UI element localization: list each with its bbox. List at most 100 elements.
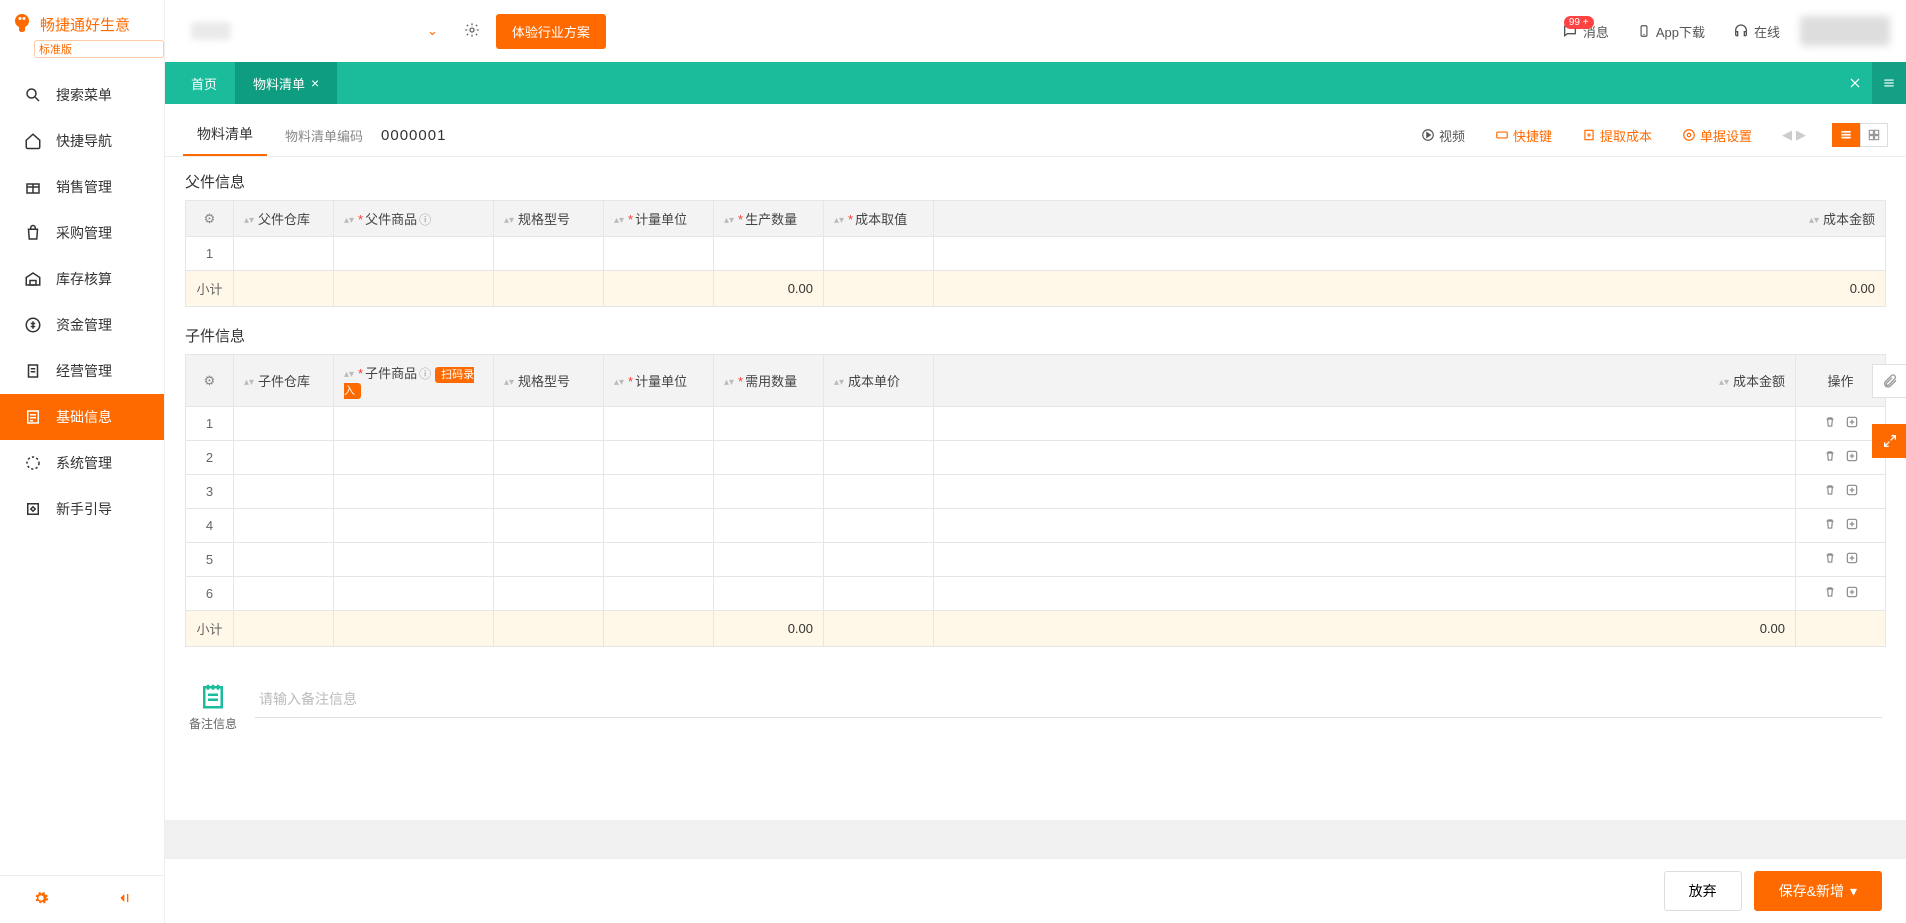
cell[interactable] <box>934 475 1796 509</box>
cell[interactable] <box>494 407 604 441</box>
table-row[interactable]: 1 <box>186 237 1886 271</box>
sidebar-item-home[interactable]: 快捷导航 <box>0 118 164 164</box>
col-parent-spec[interactable]: ▴▾规格型号 <box>494 201 604 237</box>
tab-close-all-button[interactable] <box>1838 62 1872 104</box>
cell[interactable] <box>234 577 334 611</box>
cell[interactable] <box>234 475 334 509</box>
doc-settings-button[interactable]: 单据设置 <box>1676 126 1758 145</box>
help-icon[interactable]: ⓘ <box>419 367 431 381</box>
col-child-product[interactable]: ▴▾*子件商品ⓘ扫码录入 <box>334 355 494 407</box>
table-row[interactable]: 6 <box>186 577 1886 611</box>
add-row-button[interactable] <box>1845 517 1859 534</box>
cell[interactable] <box>824 543 934 577</box>
add-row-button[interactable] <box>1845 551 1859 568</box>
col-child-spec[interactable]: ▴▾规格型号 <box>494 355 604 407</box>
cell[interactable] <box>604 407 714 441</box>
col-parent-unit[interactable]: ▴▾*计量单位 <box>604 201 714 237</box>
cell[interactable] <box>824 475 934 509</box>
cell[interactable] <box>334 407 494 441</box>
cell[interactable] <box>234 509 334 543</box>
sidebar-item-search[interactable]: 搜索菜单 <box>0 72 164 118</box>
expand-button[interactable] <box>1872 424 1906 458</box>
table-row[interactable]: 4 <box>186 509 1886 543</box>
prev-button[interactable]: ◀ <box>1782 127 1792 143</box>
col-child-unit[interactable]: ▴▾*计量单位 <box>604 355 714 407</box>
cell[interactable] <box>934 237 1886 271</box>
delete-row-button[interactable] <box>1823 449 1837 466</box>
cell[interactable] <box>334 237 494 271</box>
table-row[interactable]: 1 <box>186 407 1886 441</box>
col-gear[interactable]: ⚙ <box>186 201 234 237</box>
cell[interactable] <box>334 475 494 509</box>
tab-bom[interactable]: 物料清单 × <box>235 62 337 104</box>
sidebar-item-purchase[interactable]: 采购管理 <box>0 210 164 256</box>
remarks-input[interactable] <box>255 681 1882 718</box>
cell[interactable] <box>714 407 824 441</box>
list-view-button[interactable] <box>1832 123 1860 147</box>
logo[interactable]: 畅捷通好生意 <box>0 0 164 42</box>
discard-button[interactable]: 放弃 <box>1664 871 1742 911</box>
cell[interactable] <box>824 237 934 271</box>
col-child-cost-amt[interactable]: ▴▾成本金额 <box>934 355 1796 407</box>
cell[interactable] <box>334 577 494 611</box>
cell[interactable] <box>334 543 494 577</box>
delete-row-button[interactable] <box>1823 551 1837 568</box>
video-button[interactable]: 视频 <box>1415 126 1471 145</box>
save-button[interactable]: 保存&新增 ▾ <box>1754 871 1882 911</box>
cell[interactable] <box>604 475 714 509</box>
delete-row-button[interactable] <box>1823 585 1837 602</box>
table-row[interactable]: 5 <box>186 543 1886 577</box>
cell[interactable] <box>824 407 934 441</box>
cell[interactable] <box>934 509 1796 543</box>
app-download-button[interactable]: App下载 <box>1629 22 1713 41</box>
cell[interactable] <box>714 577 824 611</box>
add-row-button[interactable] <box>1845 449 1859 466</box>
col-parent-cost-amt[interactable]: ▴▾成本金额 <box>934 201 1886 237</box>
panel-tab-bom[interactable]: 物料清单 <box>183 114 267 156</box>
close-icon[interactable]: × <box>311 75 319 91</box>
cell[interactable] <box>604 237 714 271</box>
cell[interactable] <box>714 543 824 577</box>
cell[interactable] <box>604 543 714 577</box>
cell[interactable] <box>934 441 1796 475</box>
col-child-warehouse[interactable]: ▴▾子件仓库 <box>234 355 334 407</box>
cell[interactable] <box>494 543 604 577</box>
cell[interactable] <box>334 441 494 475</box>
add-row-button[interactable] <box>1845 585 1859 602</box>
next-button[interactable]: ▶ <box>1796 127 1806 143</box>
cell[interactable] <box>604 441 714 475</box>
shortcut-button[interactable]: 快捷键 <box>1489 126 1558 145</box>
cell[interactable] <box>494 577 604 611</box>
sidebar-item-base[interactable]: 基础信息 <box>0 394 164 440</box>
sidebar-item-stock[interactable]: 库存核算 <box>0 256 164 302</box>
settings-button[interactable] <box>0 876 82 923</box>
add-row-button[interactable] <box>1845 483 1859 500</box>
messages-button[interactable]: 99 + 消息 <box>1554 22 1617 41</box>
add-row-button[interactable] <box>1845 415 1859 432</box>
cell[interactable] <box>494 475 604 509</box>
tab-home[interactable]: 首页 <box>173 62 235 104</box>
delete-row-button[interactable] <box>1823 415 1837 432</box>
collapse-button[interactable] <box>82 876 164 923</box>
col-parent-product[interactable]: ▴▾*父件商品ⓘ <box>334 201 494 237</box>
cell[interactable] <box>234 441 334 475</box>
col-parent-qty[interactable]: ▴▾*生产数量 <box>714 201 824 237</box>
sidebar-item-fund[interactable]: 资金管理 <box>0 302 164 348</box>
table-row[interactable]: 2 <box>186 441 1886 475</box>
cell[interactable] <box>824 509 934 543</box>
col-parent-cost-take[interactable]: ▴▾*成本取值 <box>824 201 934 237</box>
cell[interactable] <box>714 237 824 271</box>
cell[interactable] <box>234 407 334 441</box>
tab-menu-button[interactable] <box>1872 62 1906 104</box>
cell[interactable] <box>604 577 714 611</box>
org-selector[interactable]: ⌄ <box>181 16 448 46</box>
table-row[interactable]: 3 <box>186 475 1886 509</box>
cell[interactable] <box>494 509 604 543</box>
user-avatar-blurred[interactable] <box>1800 16 1890 46</box>
extract-cost-button[interactable]: 提取成本 <box>1576 126 1658 145</box>
cell[interactable] <box>714 509 824 543</box>
cell[interactable] <box>334 509 494 543</box>
cell[interactable] <box>234 543 334 577</box>
cell[interactable] <box>934 577 1796 611</box>
cell[interactable] <box>494 237 604 271</box>
